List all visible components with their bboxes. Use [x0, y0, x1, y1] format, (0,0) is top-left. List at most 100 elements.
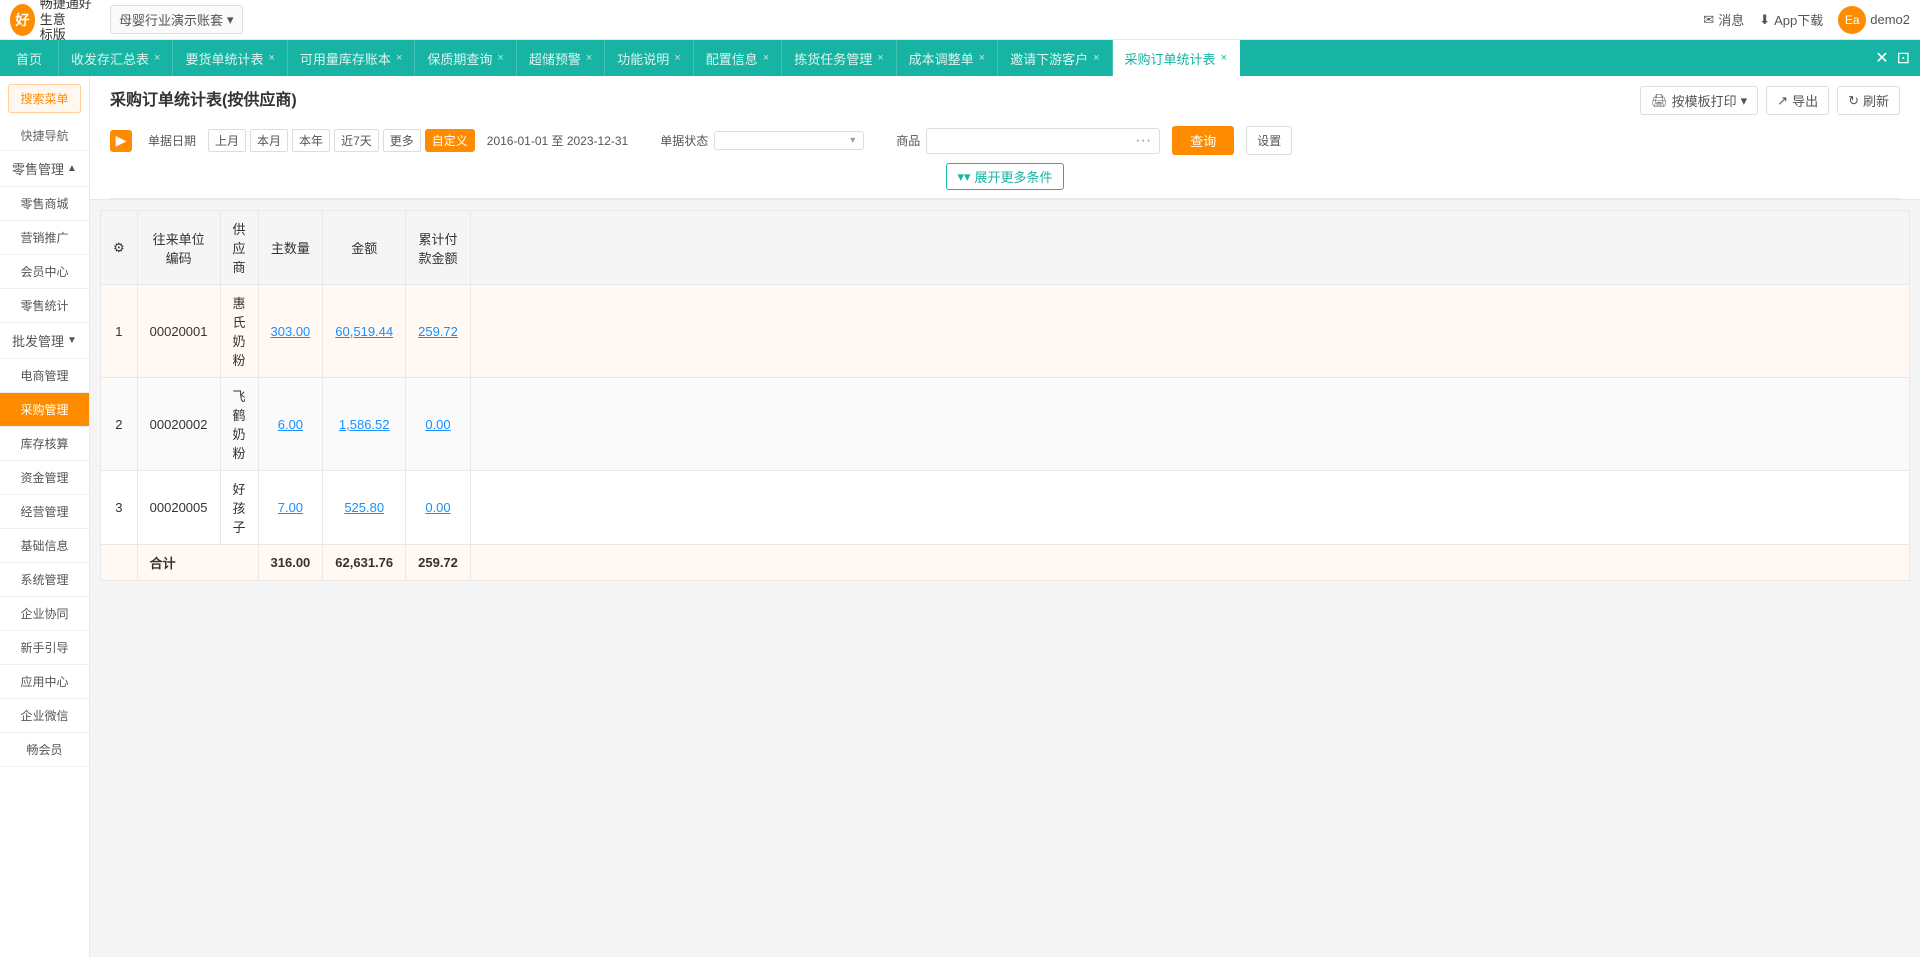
row-amount[interactable]: 525.80 — [323, 471, 406, 545]
nav-tabs: 首页 收发存汇总表 × 要货单统计表 × 可用量库存账本 × 保质期查询 × 超… — [0, 40, 1920, 76]
tab-picking-task[interactable]: 拣货任务管理 × — [782, 40, 896, 76]
row-paid[interactable]: 0.00 — [406, 378, 471, 471]
more-icon[interactable]: ··· — [1135, 132, 1151, 150]
date-btn-7days[interactable]: 近7天 — [334, 129, 379, 152]
row-code: 00020001 — [137, 285, 220, 378]
status-select[interactable]: ▾ — [714, 131, 864, 150]
status-label: 单据状态 — [660, 132, 708, 149]
tab-close-purchase[interactable]: × — [1221, 52, 1227, 64]
tab-purchase-order-stats[interactable]: 采购订单统计表 × — [1113, 40, 1240, 76]
tab-close-overstock[interactable]: × — [586, 52, 592, 64]
tab-invite-downstream[interactable]: 邀请下游客户 × — [998, 40, 1112, 76]
row-qty[interactable]: 303.00 — [258, 285, 323, 378]
export-button[interactable]: ↗ 导出 — [1766, 86, 1829, 115]
filter-collapse-btn[interactable]: ▶ — [110, 130, 132, 152]
table-header-row: ⚙ 往来单位编码 供应商 主数量 金额 累计付款金额 — [101, 211, 1910, 285]
print-button[interactable]: 🖨 按模板打印 ▾ — [1640, 86, 1758, 115]
sidebar-item-inventory[interactable]: 库存核算 — [0, 427, 89, 461]
sidebar-search-section: 搜索菜单 — [0, 76, 89, 121]
tab-available-stock[interactable]: 可用量库存账本 × — [288, 40, 415, 76]
sidebar-item-member-center[interactable]: 会员中心 — [0, 255, 89, 289]
tab-order-stats[interactable]: 要货单统计表 × — [173, 40, 287, 76]
top-bar-right: ✉ 消息 ⬇ App下载 Ea demo2 — [1703, 6, 1910, 34]
data-table: ⚙ 往来单位编码 供应商 主数量 金额 累计付款金额 1 00020001 惠氏… — [100, 210, 1910, 581]
row-supplier: 惠氏奶粉 — [220, 285, 258, 378]
date-btn-last-month[interactable]: 上月 — [208, 129, 246, 152]
sidebar-item-marketing[interactable]: 营销推广 — [0, 221, 89, 255]
user-profile[interactable]: Ea demo2 — [1838, 6, 1910, 34]
tab-close-all[interactable]: ✕ — [1875, 48, 1888, 68]
sidebar-item-enterprise-coop[interactable]: 企业协同 — [0, 597, 89, 631]
date-btn-this-month[interactable]: 本月 — [250, 129, 288, 152]
quick-nav-button[interactable]: 快捷导航 — [0, 121, 89, 151]
tab-close-receive-summary[interactable]: × — [154, 52, 160, 64]
date-btn-more[interactable]: 更多 — [383, 129, 421, 152]
sidebar-item-ecommerce[interactable]: 电商管理 — [0, 359, 89, 393]
workspace-selector[interactable]: 母婴行业演示账套 ▾ — [110, 5, 243, 34]
tab-receive-summary[interactable]: 收发存汇总表 × — [59, 40, 173, 76]
sidebar-item-operation[interactable]: 经营管理 — [0, 495, 89, 529]
tab-expiry-query[interactable]: 保质期查询 × — [415, 40, 516, 76]
sidebar-item-system[interactable]: 系统管理 — [0, 563, 89, 597]
sidebar-item-new-guide[interactable]: 新手引导 — [0, 631, 89, 665]
top-bar: 好 畅捷通好生意 标版 母婴行业演示账套 ▾ ✉ 消息 ⬇ App下载 Ea d… — [0, 0, 1920, 40]
row-paid[interactable]: 259.72 — [406, 285, 471, 378]
page-title: 采购订单统计表(按供应商) — [110, 86, 1900, 110]
tab-close-feature[interactable]: × — [674, 52, 680, 64]
message-button[interactable]: ✉ 消息 — [1703, 10, 1744, 29]
search-menu-button[interactable]: 搜索菜单 — [8, 84, 81, 113]
tab-overstock-warning[interactable]: 超储预警 × — [517, 40, 605, 76]
tab-cost-adjust[interactable]: 成本调整单 × — [897, 40, 998, 76]
row-no: 3 — [101, 471, 138, 545]
tab-config-info[interactable]: 配置信息 × — [694, 40, 782, 76]
refresh-button[interactable]: ↻ 刷新 — [1837, 86, 1900, 115]
date-label: 单据日期 — [148, 132, 196, 149]
table-row: 2 00020002 飞鹤奶粉 6.00 1,586.52 0.00 — [101, 378, 1910, 471]
tab-close-order-stats[interactable]: × — [268, 52, 274, 64]
table-row: 3 00020005 好孩子 7.00 525.80 0.00 — [101, 471, 1910, 545]
goods-filter: 商品 ··· — [896, 128, 1160, 154]
row-paid[interactable]: 0.00 — [406, 471, 471, 545]
row-amount[interactable]: 1,586.52 — [323, 378, 406, 471]
tab-home[interactable]: 首页 — [0, 40, 59, 76]
goods-label: 商品 — [896, 132, 920, 149]
table-row: 1 00020001 惠氏奶粉 303.00 60,519.44 259.72 — [101, 285, 1910, 378]
sidebar-item-purchase[interactable]: 采购管理 — [0, 393, 89, 427]
date-range-display: 2016-01-01 至 2023-12-31 — [487, 132, 628, 149]
sidebar-item-app-center[interactable]: 应用中心 — [0, 665, 89, 699]
tab-close-invite[interactable]: × — [1093, 52, 1099, 64]
export-icon: ↗ — [1777, 93, 1788, 109]
sidebar-item-wholesale[interactable]: 批发管理 ▼ — [0, 323, 89, 359]
date-quick-btns: 上月 本月 本年 近7天 更多 自定义 — [208, 129, 475, 152]
filter-row-date: ▶ 单据日期 上月 本月 本年 近7天 更多 自定义 2016-01-01 至 … — [110, 126, 1900, 155]
search-button[interactable]: 查询 — [1172, 126, 1234, 155]
row-qty[interactable]: 6.00 — [258, 378, 323, 471]
expand-conditions-button[interactable]: ▾▾ 展开更多条件 — [946, 163, 1063, 190]
tab-maximize[interactable]: ⊡ — [1897, 48, 1910, 68]
date-btn-this-year[interactable]: 本年 — [292, 129, 330, 152]
settings-button[interactable]: 设置 — [1246, 126, 1292, 155]
goods-input[interactable]: ··· — [926, 128, 1160, 154]
tab-close-cost[interactable]: × — [979, 52, 985, 64]
sidebar-item-enterprise-wechat[interactable]: 企业微信 — [0, 699, 89, 733]
sidebar-item-member[interactable]: 畅会员 — [0, 733, 89, 767]
row-qty[interactable]: 7.00 — [258, 471, 323, 545]
app-download-button[interactable]: ⬇ App下载 — [1759, 10, 1823, 29]
row-amount[interactable]: 60,519.44 — [323, 285, 406, 378]
col-extra — [470, 211, 1909, 285]
tab-close-expiry-query[interactable]: × — [497, 52, 503, 64]
tab-feature-desc[interactable]: 功能说明 × — [605, 40, 693, 76]
tab-close-config[interactable]: × — [763, 52, 769, 64]
avatar: Ea — [1838, 6, 1866, 34]
sidebar-item-retail-mall[interactable]: 零售商城 — [0, 187, 89, 221]
logo: 好 畅捷通好生意 标版 — [10, 0, 100, 43]
tab-close-available-stock[interactable]: × — [396, 52, 402, 64]
sidebar-item-finance[interactable]: 资金管理 — [0, 461, 89, 495]
date-btn-custom[interactable]: 自定义 — [425, 129, 475, 152]
tab-close-picking[interactable]: × — [877, 52, 883, 64]
refresh-icon: ↻ — [1848, 93, 1859, 109]
sidebar-item-basic-info[interactable]: 基础信息 — [0, 529, 89, 563]
col-supplier: 供应商 — [220, 211, 258, 285]
sidebar-item-retail-stats[interactable]: 零售统计 — [0, 289, 89, 323]
sidebar-item-retail-manage[interactable]: 零售管理 ▲ — [0, 151, 89, 187]
